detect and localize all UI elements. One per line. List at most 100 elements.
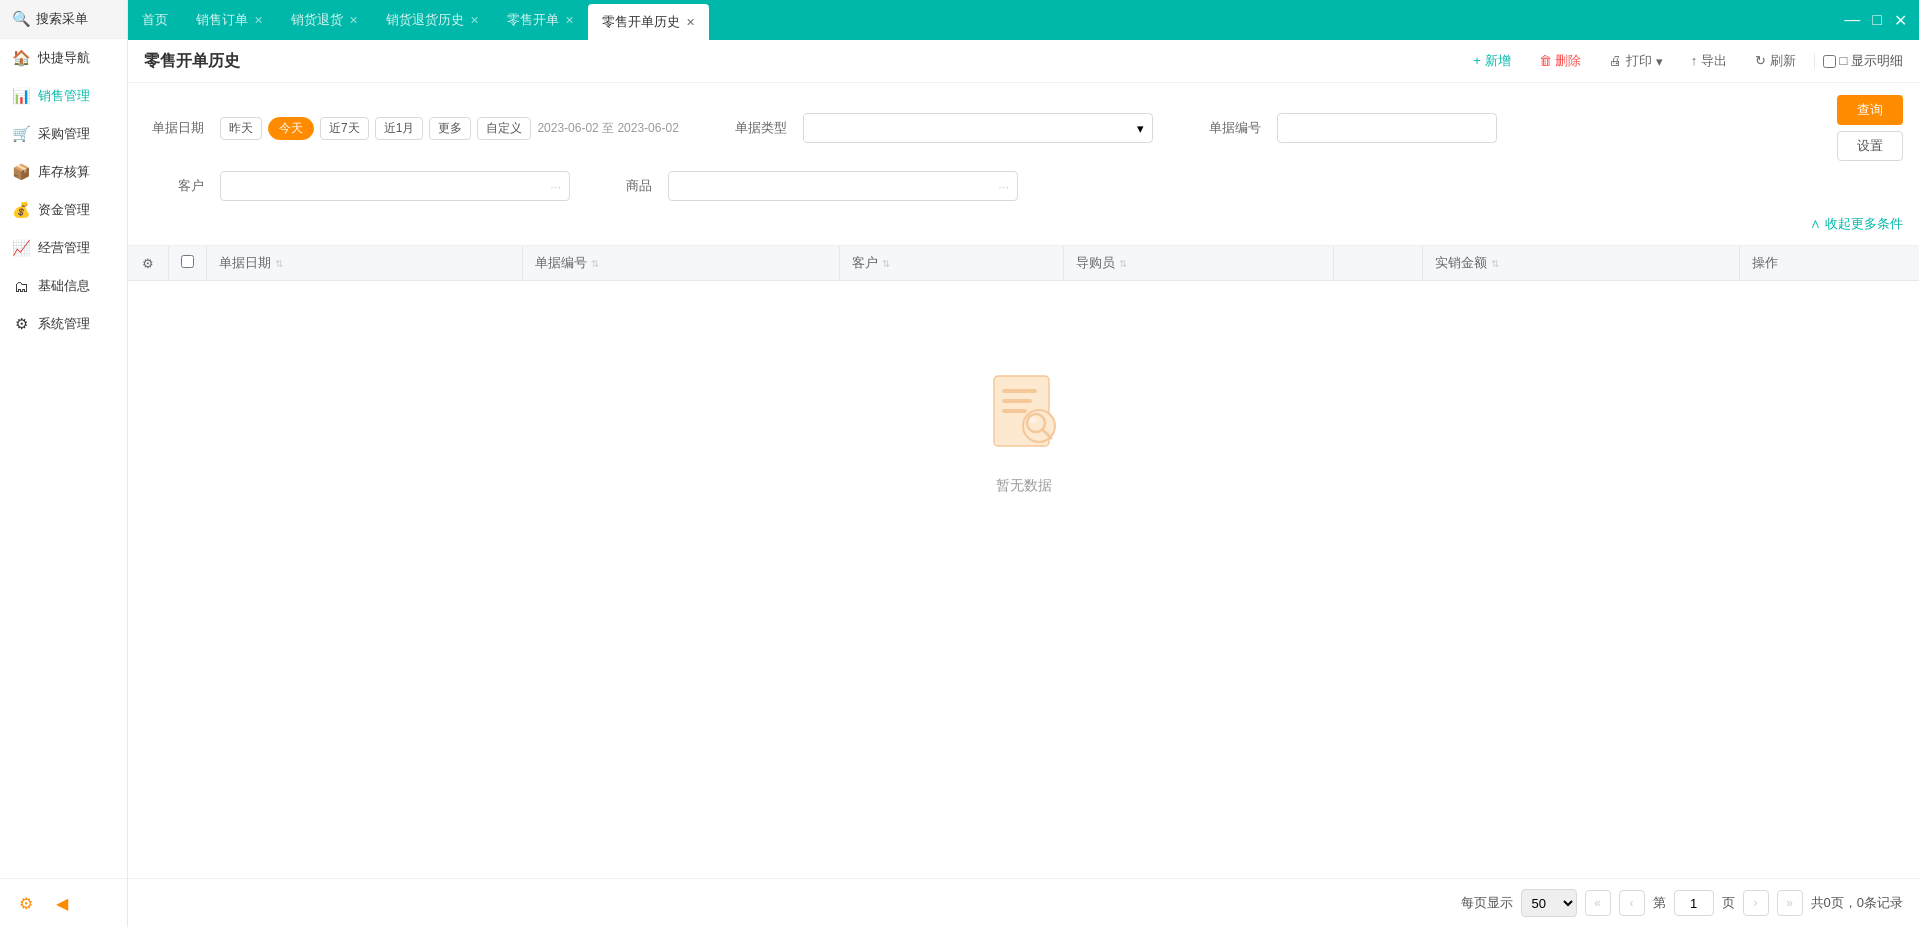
window-minimize-btn[interactable]: — (1844, 11, 1860, 29)
page-suffix: 页 (1722, 894, 1735, 912)
folder-icon: 🗂 (12, 277, 30, 295)
th-order-no[interactable]: 单据编号 ⇅ (523, 246, 840, 281)
chart-icon: 📊 (12, 87, 30, 105)
tab-sales-return-history-close[interactable]: ✕ (470, 14, 479, 27)
tab-sales-order[interactable]: 销售订单 ✕ (182, 0, 277, 40)
sidebar-item-label: 销售管理 (38, 87, 90, 105)
print-arrow-icon: ▾ (1656, 54, 1663, 69)
delete-button[interactable]: 🗑 删除 (1529, 48, 1592, 74)
tab-retail-open[interactable]: 零售开单 ✕ (493, 0, 588, 40)
empty-cell: 暂无数据 (128, 281, 1919, 576)
collapse-row: ∧ 收起更多条件 (144, 211, 1903, 237)
sidebar-item-sales-mgmt[interactable]: 📊 销售管理 (0, 77, 127, 115)
custom-btn[interactable]: 自定义 (477, 117, 531, 140)
more-btn[interactable]: 更多 (429, 117, 471, 140)
tab-sales-return-history[interactable]: 销货退货历史 ✕ (372, 0, 493, 40)
tab-bar: 首页 销售订单 ✕ 销货退货 ✕ 销货退货历史 ✕ 零售开单 ✕ 零售开单历史 … (128, 0, 1919, 40)
th-order-no-label: 单据编号 (535, 254, 587, 272)
refresh-button[interactable]: ↻ 刷新 (1745, 48, 1806, 74)
collapse-button[interactable]: ∧ 收起更多条件 (1810, 215, 1903, 233)
select-all-checkbox[interactable] (181, 255, 194, 268)
data-table: ⚙ 单据日期 ⇅ 单据编号 (128, 246, 1919, 575)
next-page-btn[interactable]: › (1743, 890, 1769, 916)
sidebar-item-purchase-mgmt[interactable]: 🛒 采购管理 (0, 115, 127, 153)
filter-row-1: 单据日期 昨天 今天 近7天 近1月 更多 自定义 2023-06-02 至 2… (144, 95, 1903, 161)
goods-dots-icon: ··· (998, 179, 1009, 194)
sidebar-collapse-btn[interactable]: ◀ (48, 889, 76, 917)
customer-dots-icon: ··· (550, 179, 561, 194)
filter-row-2: 客户 ··· 商品 ··· (144, 171, 1903, 201)
th-date[interactable]: 单据日期 ⇅ (206, 246, 523, 281)
last7days-btn[interactable]: 近7天 (320, 117, 369, 140)
empty-row: 暂无数据 (128, 281, 1919, 576)
sidebar-nav: 🏠 快捷导航 📊 销售管理 🛒 采购管理 📦 库存核算 💰 资金管理 📈 经营管… (0, 39, 127, 878)
display-toggle[interactable]: □ 显示明细 (1823, 52, 1903, 70)
add-button[interactable]: + 新增 (1463, 48, 1520, 74)
customer-select[interactable]: ··· (220, 171, 570, 201)
window-maximize-btn[interactable]: □ (1872, 11, 1882, 29)
print-button[interactable]: 🖨 打印 ▾ (1599, 48, 1673, 74)
money-icon: 💰 (12, 201, 30, 219)
page-input[interactable] (1674, 890, 1714, 916)
date-filter-label: 单据日期 (144, 119, 204, 137)
yesterday-btn[interactable]: 昨天 (220, 117, 262, 140)
export-button[interactable]: ↑ 导出 (1681, 48, 1737, 74)
sidebar-search[interactable]: 🔍 搜索采单 (0, 0, 127, 39)
th-guide[interactable]: 导购员 ⇅ (1063, 246, 1333, 281)
sidebar-settings-btn[interactable]: ⚙ (12, 889, 40, 917)
box-icon: 📦 (12, 163, 30, 181)
first-page-btn[interactable]: « (1585, 890, 1611, 916)
gear-icon: ⚙ (12, 315, 30, 333)
today-btn[interactable]: 今天 (268, 117, 314, 140)
tab-retail-open-close[interactable]: ✕ (565, 14, 574, 27)
tab-sales-return[interactable]: 销货退货 ✕ (277, 0, 372, 40)
tab-retail-history[interactable]: 零售开单历史 ✕ (588, 4, 709, 40)
tab-sales-order-close[interactable]: ✕ (254, 14, 263, 27)
order-no-input[interactable] (1277, 113, 1497, 143)
page-size-select[interactable]: 50 100 200 (1521, 889, 1577, 917)
th-customer[interactable]: 客户 ⇅ (839, 246, 1063, 281)
tab-sales-return-label: 销货退货 (291, 11, 343, 29)
last-page-btn[interactable]: » (1777, 890, 1803, 916)
empty-state: 暂无数据 (128, 281, 1919, 575)
sidebar-item-inventory[interactable]: 📦 库存核算 (0, 153, 127, 191)
goods-select[interactable]: ··· (668, 171, 1018, 201)
tab-home[interactable]: 首页 (128, 0, 182, 40)
filter-actions: 查询 设置 (1837, 95, 1903, 161)
display-checkbox[interactable] (1823, 55, 1836, 68)
sidebar-footer: ⚙ ◀ (0, 878, 127, 927)
order-type-select[interactable]: ▾ (803, 113, 1153, 143)
sidebar-item-system[interactable]: ⚙ 系统管理 (0, 305, 127, 343)
prev-page-btn[interactable]: ‹ (1619, 890, 1645, 916)
setting-button[interactable]: 设置 (1837, 131, 1903, 161)
svg-rect-2 (1002, 399, 1032, 403)
sidebar-item-basic-info[interactable]: 🗂 基础信息 (0, 267, 127, 305)
sort-icon: ⇅ (882, 258, 890, 269)
tab-sales-return-history-label: 销货退货历史 (386, 11, 464, 29)
th-date-label: 单据日期 (219, 254, 271, 272)
table-body: 暂无数据 (128, 281, 1919, 576)
window-close-btn[interactable]: ✕ (1894, 11, 1907, 30)
filter-area: 单据日期 昨天 今天 近7天 近1月 更多 自定义 2023-06-02 至 2… (128, 83, 1919, 246)
svg-rect-1 (1002, 389, 1037, 393)
empty-text: 暂无数据 (996, 477, 1052, 495)
main-content: 首页 销售订单 ✕ 销货退货 ✕ 销货退货历史 ✕ 零售开单 ✕ 零售开单历史 … (128, 0, 1919, 927)
last1month-btn[interactable]: 近1月 (375, 117, 424, 140)
total-info: 共0页，0条记录 (1811, 894, 1903, 912)
th-action: 操作 (1739, 246, 1919, 281)
th-amount[interactable]: 实销金额 ⇅ (1423, 246, 1740, 281)
th-settings[interactable]: ⚙ (128, 246, 168, 281)
tab-sales-return-close[interactable]: ✕ (349, 14, 358, 27)
search-icon: 🔍 (12, 10, 30, 28)
toolbar: 零售开单历史 + 新增 🗑 删除 🖨 打印 ▾ ↑ 导出 ↻ 刷新 □ 显示明细 (128, 40, 1919, 83)
settings-icon: ⚙ (19, 894, 33, 913)
query-button[interactable]: 查询 (1837, 95, 1903, 125)
sidebar-item-quick-nav[interactable]: 🏠 快捷导航 (0, 39, 127, 77)
operations-icon: 📈 (12, 239, 30, 257)
sidebar-item-label: 系统管理 (38, 315, 90, 333)
date-group: 昨天 今天 近7天 近1月 更多 自定义 2023-06-02 至 2023-0… (220, 117, 679, 140)
tab-retail-history-close[interactable]: ✕ (686, 16, 695, 29)
sidebar-item-finance[interactable]: 💰 资金管理 (0, 191, 127, 229)
sidebar-item-operations[interactable]: 📈 经营管理 (0, 229, 127, 267)
sort-icon: ⇅ (1119, 258, 1127, 269)
